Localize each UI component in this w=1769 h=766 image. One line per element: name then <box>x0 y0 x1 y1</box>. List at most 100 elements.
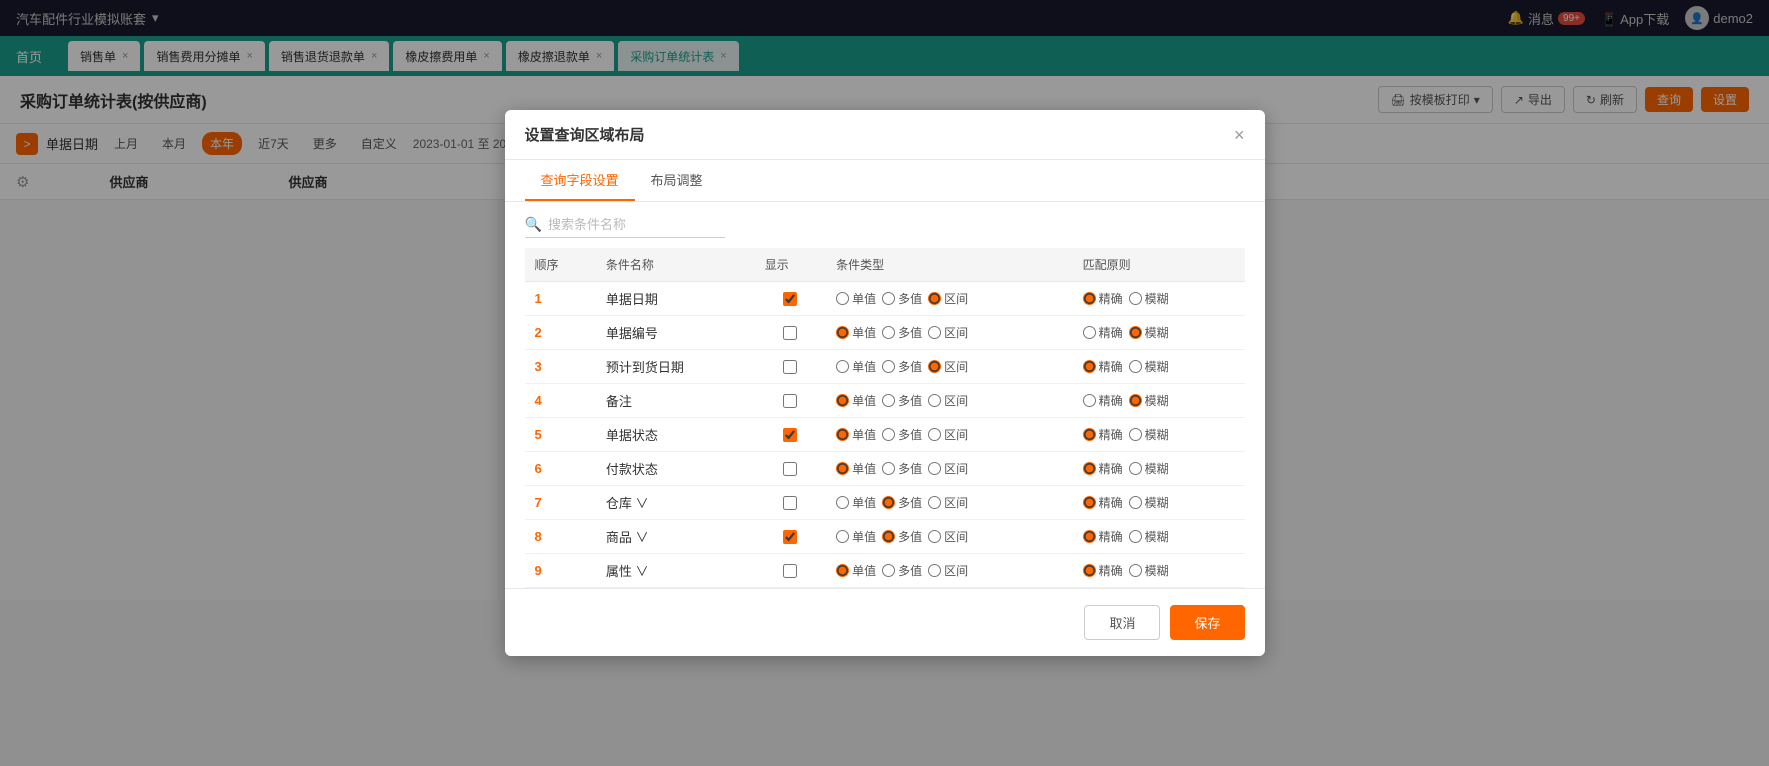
cell-match: 精确 模糊 <box>1073 418 1245 452</box>
cell-display[interactable] <box>755 486 826 520</box>
display-checkbox-1[interactable] <box>783 326 797 340</box>
search-wrap: 🔍 <box>525 212 725 238</box>
dialog-header: 设置查询区域布局 × <box>505 110 1265 160</box>
radio-type-1-区间[interactable]: 区间 <box>928 324 968 341</box>
radio-type-4-区间[interactable]: 区间 <box>928 426 968 443</box>
radio-type-3-单值[interactable]: 单值 <box>836 392 876 409</box>
cell-name: 属性 ∨ <box>596 554 755 588</box>
radio-type-3-多值[interactable]: 多值 <box>882 392 922 409</box>
display-checkbox-6[interactable] <box>783 496 797 510</box>
radio-type-1-多值[interactable]: 多值 <box>882 324 922 341</box>
cell-type: 单值 多值 区间 <box>826 554 1072 588</box>
radio-match-5-模糊[interactable]: 模糊 <box>1129 460 1169 477</box>
radio-type-5-单值[interactable]: 单值 <box>836 460 876 477</box>
radio-match-6-精确[interactable]: 精确 <box>1083 494 1123 511</box>
display-checkbox-3[interactable] <box>783 394 797 408</box>
cell-name: 单据日期 <box>596 282 755 316</box>
radio-type-3-区间[interactable]: 区间 <box>928 392 968 409</box>
cell-order: 8 <box>525 520 596 554</box>
radio-type-7-多值[interactable]: 多值 <box>882 528 922 545</box>
table-row: 8 商品 ∨ 单值 多值 区间 精确 模糊 <box>525 520 1245 554</box>
cell-type: 单值 多值 区间 <box>826 282 1072 316</box>
display-checkbox-5[interactable] <box>783 462 797 476</box>
cell-display[interactable] <box>755 384 826 418</box>
radio-match-3-精确[interactable]: 精确 <box>1083 392 1123 409</box>
cell-display[interactable] <box>755 350 826 384</box>
display-checkbox-2[interactable] <box>783 360 797 374</box>
cell-order: 5 <box>525 418 596 452</box>
cell-order: 1 <box>525 282 596 316</box>
radio-type-2-单值[interactable]: 单值 <box>836 358 876 375</box>
radio-type-5-多值[interactable]: 多值 <box>882 460 922 477</box>
cell-display[interactable] <box>755 554 826 588</box>
radio-match-3-模糊[interactable]: 模糊 <box>1129 392 1169 409</box>
radio-match-4-模糊[interactable]: 模糊 <box>1129 426 1169 443</box>
cell-match: 精确 模糊 <box>1073 282 1245 316</box>
radio-match-1-精确[interactable]: 精确 <box>1083 324 1123 341</box>
display-checkbox-0[interactable] <box>783 292 797 306</box>
cell-type: 单值 多值 区间 <box>826 520 1072 554</box>
display-checkbox-8[interactable] <box>783 564 797 578</box>
radio-match-7-模糊[interactable]: 模糊 <box>1129 528 1169 545</box>
radio-type-4-多值[interactable]: 多值 <box>882 426 922 443</box>
radio-type-5-区间[interactable]: 区间 <box>928 460 968 477</box>
table-row: 7 仓库 ∨ 单值 多值 区间 精确 模糊 <box>525 486 1245 520</box>
cell-match: 精确 模糊 <box>1073 520 1245 554</box>
dialog-close-btn[interactable]: × <box>1234 126 1245 144</box>
cell-match: 精确 模糊 <box>1073 554 1245 588</box>
cell-display[interactable] <box>755 282 826 316</box>
radio-type-7-单值[interactable]: 单值 <box>836 528 876 545</box>
cell-name: 商品 ∨ <box>596 520 755 554</box>
radio-match-6-模糊[interactable]: 模糊 <box>1129 494 1169 511</box>
condition-search-input[interactable] <box>548 217 718 232</box>
radio-type-2-区间[interactable]: 区间 <box>928 358 968 375</box>
cell-order: 7 <box>525 486 596 520</box>
col-name: 条件名称 <box>596 248 755 282</box>
radio-type-8-多值[interactable]: 多值 <box>882 562 922 579</box>
radio-match-8-模糊[interactable]: 模糊 <box>1129 562 1169 579</box>
tab-layout[interactable]: 布局调整 <box>635 160 719 201</box>
cell-type: 单值 多值 区间 <box>826 418 1072 452</box>
radio-match-1-模糊[interactable]: 模糊 <box>1129 324 1169 341</box>
radio-match-5-精确[interactable]: 精确 <box>1083 460 1123 477</box>
cell-match: 精确 模糊 <box>1073 316 1245 350</box>
cell-display[interactable] <box>755 520 826 554</box>
radio-type-8-单值[interactable]: 单值 <box>836 562 876 579</box>
radio-match-0-模糊[interactable]: 模糊 <box>1129 290 1169 307</box>
radio-type-0-区间[interactable]: 区间 <box>928 290 968 307</box>
radio-type-4-单值[interactable]: 单值 <box>836 426 876 443</box>
col-match: 匹配原则 <box>1073 248 1245 282</box>
save-btn[interactable]: 保存 <box>1170 605 1244 640</box>
cell-display[interactable] <box>755 418 826 452</box>
radio-type-0-单值[interactable]: 单值 <box>836 290 876 307</box>
cell-type: 单值 多值 区间 <box>826 452 1072 486</box>
radio-match-2-模糊[interactable]: 模糊 <box>1129 358 1169 375</box>
cell-order: 3 <box>525 350 596 384</box>
radio-match-7-精确[interactable]: 精确 <box>1083 528 1123 545</box>
radio-type-6-单值[interactable]: 单值 <box>836 494 876 511</box>
display-checkbox-7[interactable] <box>783 530 797 544</box>
dialog-search-area: 🔍 <box>505 202 1265 248</box>
radio-type-8-区间[interactable]: 区间 <box>928 562 968 579</box>
radio-type-6-区间[interactable]: 区间 <box>928 494 968 511</box>
radio-type-2-多值[interactable]: 多值 <box>882 358 922 375</box>
radio-type-7-区间[interactable]: 区间 <box>928 528 968 545</box>
table-row: 6 付款状态 单值 多值 区间 精确 模糊 <box>525 452 1245 486</box>
table-row: 4 备注 单值 多值 区间 精确 模糊 <box>525 384 1245 418</box>
cell-order: 6 <box>525 452 596 486</box>
cell-display[interactable] <box>755 316 826 350</box>
radio-type-0-多值[interactable]: 多值 <box>882 290 922 307</box>
cell-display[interactable] <box>755 452 826 486</box>
radio-type-6-多值[interactable]: 多值 <box>882 494 922 511</box>
cell-type: 单值 多值 区间 <box>826 350 1072 384</box>
radio-match-2-精确[interactable]: 精确 <box>1083 358 1123 375</box>
display-checkbox-4[interactable] <box>783 428 797 442</box>
radio-match-8-精确[interactable]: 精确 <box>1083 562 1123 579</box>
cancel-btn[interactable]: 取消 <box>1084 605 1160 640</box>
radio-match-4-精确[interactable]: 精确 <box>1083 426 1123 443</box>
cell-match: 精确 模糊 <box>1073 350 1245 384</box>
tab-query-fields[interactable]: 查询字段设置 <box>525 160 635 201</box>
radio-type-1-单值[interactable]: 单值 <box>836 324 876 341</box>
table-row: 2 单据编号 单值 多值 区间 精确 模糊 <box>525 316 1245 350</box>
radio-match-0-精确[interactable]: 精确 <box>1083 290 1123 307</box>
